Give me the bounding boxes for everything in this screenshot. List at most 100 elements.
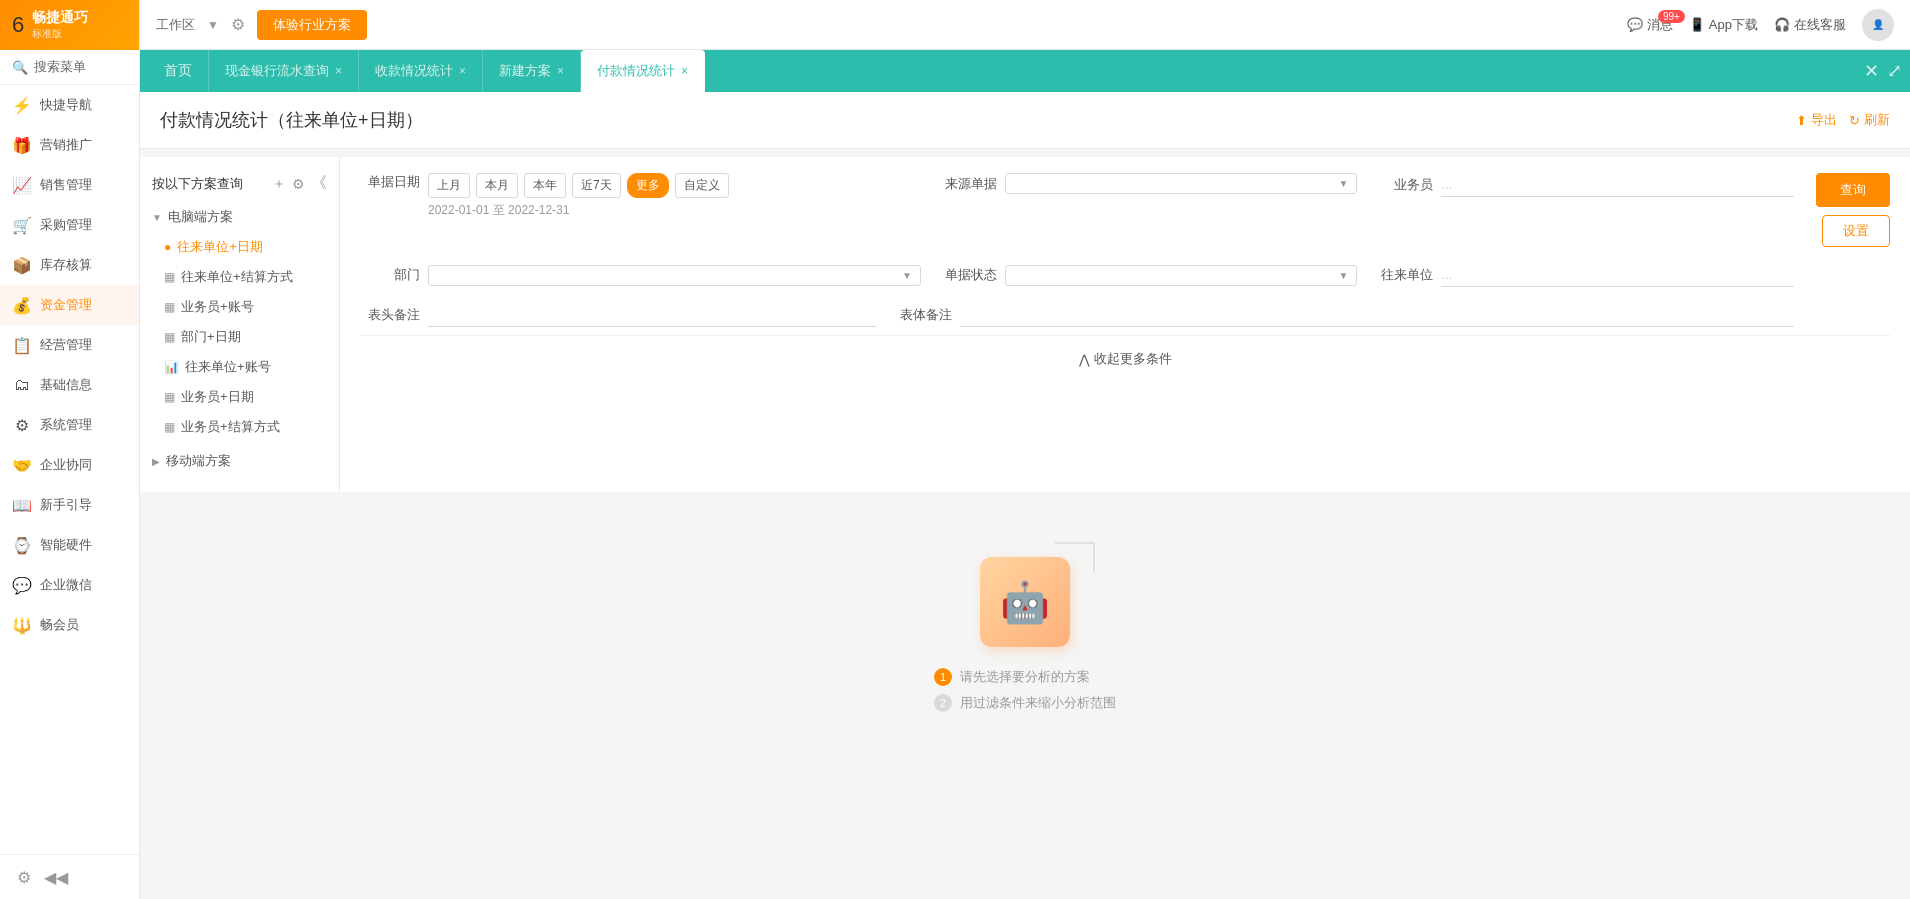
refresh-label: 刷新 (1864, 111, 1890, 129)
sidebar-item-funds[interactable]: 💰 资金管理 (0, 285, 139, 325)
sidebar-search-menu[interactable]: 🔍 搜索菜单 (0, 50, 139, 85)
source-select-arrow: ▼ (1338, 178, 1348, 189)
purchase-icon: 🛒 (12, 215, 32, 235)
sidebar-item-wecom[interactable]: 💬 企业微信 (0, 565, 139, 605)
tab-maximize-icon[interactable]: ⤢ (1887, 60, 1902, 82)
tip-text-2: 用过滤条件来缩小分析范围 (960, 694, 1116, 712)
sidebar-item-system[interactable]: ⚙ 系统管理 (0, 405, 139, 445)
collapse-more-label: 收起更多条件 (1094, 350, 1172, 368)
sidebar-item-operations[interactable]: 📋 经营管理 (0, 325, 139, 365)
tab-close-all-icon[interactable]: ✕ (1864, 60, 1879, 82)
scheme-collapse-btn[interactable]: 《 (311, 173, 327, 194)
empty-tip-1: 1 请先选择要分析的方案 (934, 668, 1116, 686)
date-btn-custom[interactable]: 自定义 (675, 173, 729, 198)
scheme-item-counterpart-date[interactable]: ● 往来单位+日期 (140, 232, 339, 262)
search-icon: 🔍 (12, 60, 28, 75)
dept-select[interactable]: ▼ (428, 265, 921, 286)
scheme-item-icon-2: ▦ (164, 270, 175, 284)
sidebar-item-hardware[interactable]: ⌚ 智能硬件 (0, 525, 139, 565)
tab-home[interactable]: 首页 (148, 50, 209, 92)
date-btn-last-month[interactable]: 上月 (428, 173, 470, 198)
header-note-input[interactable] (428, 303, 876, 327)
tab-payment-stats[interactable]: 付款情况统计 × (581, 50, 705, 92)
date-btn-more[interactable]: 更多 (627, 173, 669, 198)
system-icon: ⚙ (12, 415, 32, 435)
scheme-item-salesman-account[interactable]: ▦ 业务员+账号 (140, 292, 339, 322)
scheme-desktop-group-title[interactable]: ▼ 电脑端方案 (140, 202, 339, 232)
messages-btn[interactable]: 💬 消息 99+ (1627, 16, 1673, 34)
scheme-settings-btn[interactable]: ⚙ (292, 176, 305, 192)
sidebar-item-marketing[interactable]: 🎁 营销推广 (0, 125, 139, 165)
online-support-btn[interactable]: 🎧 在线客服 (1774, 16, 1846, 34)
scheme-item-salesman-settlement[interactable]: ▦ 业务员+结算方式 (140, 412, 339, 442)
tab-payment-stats-label: 付款情况统计 (597, 62, 675, 80)
scheme-mobile-group-title[interactable]: ▶ 移动端方案 (140, 446, 339, 476)
logo-edition: 标准版 (32, 27, 88, 41)
scheme-mobile-label: 移动端方案 (166, 452, 231, 470)
scheme-item-counterpart-settlement[interactable]: ▦ 往来单位+结算方式 (140, 262, 339, 292)
tab-new-plan-close[interactable]: × (557, 64, 564, 78)
export-label: 导出 (1811, 111, 1837, 129)
message-count: 99+ (1658, 10, 1685, 23)
tab-home-label: 首页 (164, 62, 192, 80)
sidebar-logo: 6 畅捷通巧 标准版 (0, 0, 139, 50)
date-btn-this-month[interactable]: 本月 (476, 173, 518, 198)
sidebar-item-basicinfo[interactable]: 🗂 基础信息 (0, 365, 139, 405)
trial-industry-btn[interactable]: 体验行业方案 (257, 10, 367, 40)
scheme-item-dept-date-label: 部门+日期 (181, 328, 241, 346)
user-avatar[interactable]: 👤 (1862, 9, 1894, 41)
date-btn-7days[interactable]: 近7天 (572, 173, 621, 198)
salesman-label: 业务员 (1373, 176, 1433, 194)
status-select[interactable]: ▼ (1005, 265, 1358, 286)
scheme-item-counterpart-account[interactable]: 📊 往来单位+账号 (140, 352, 339, 382)
filter-actions: 查询 设置 (1810, 173, 1890, 247)
export-btn[interactable]: ⬆ 导出 (1796, 111, 1837, 129)
date-btn-this-year[interactable]: 本年 (524, 173, 566, 198)
tab-receipt-stats[interactable]: 收款情况统计 × (359, 50, 483, 92)
search-menu-label: 搜索菜单 (34, 58, 86, 76)
source-select[interactable]: ▼ (1005, 173, 1358, 194)
collapse-more-btn[interactable]: ⋀ 收起更多条件 (1063, 346, 1188, 372)
tab-payment-stats-close[interactable]: × (681, 64, 688, 78)
tab-bank-flow-close[interactable]: × (335, 64, 342, 78)
sidebar-item-sales[interactable]: 📈 销售管理 (0, 165, 139, 205)
scheme-item-dept-date[interactable]: ▦ 部门+日期 (140, 322, 339, 352)
sidebar-item-member[interactable]: 🔱 畅会员 (0, 605, 139, 645)
empty-tip-2: 2 用过滤条件来缩小分析范围 (934, 694, 1116, 712)
header-settings-icon[interactable]: ⚙ (231, 15, 245, 34)
sidebar-item-inventory[interactable]: 📦 库存核算 (0, 245, 139, 285)
settings-btn[interactable]: 设置 (1822, 215, 1890, 247)
dept-label: 部门 (360, 266, 420, 284)
scheme-item-counterpart-date-label: 往来单位+日期 (177, 238, 263, 256)
sidebar-item-operations-label: 经营管理 (40, 336, 92, 354)
sidebar: 6 畅捷通巧 标准版 🔍 搜索菜单 ⚡ 快捷导航 🎁 营销推广 📈 销售管理 🛒… (0, 0, 140, 899)
page-header-actions: ⬆ 导出 ↻ 刷新 (1796, 111, 1890, 129)
empty-illustration: 🤖 (965, 552, 1085, 652)
collapse-sidebar-icon[interactable]: ◀◀ (44, 865, 68, 889)
sidebar-item-guide[interactable]: 📖 新手引导 (0, 485, 139, 525)
sidebar-item-quicknav[interactable]: ⚡ 快捷导航 (0, 85, 139, 125)
query-btn[interactable]: 查询 (1816, 173, 1890, 207)
sidebar-item-wecom-label: 企业微信 (40, 576, 92, 594)
settings-footer-icon[interactable]: ⚙ (12, 865, 36, 889)
app-download-btn[interactable]: 📱 App下载 (1689, 16, 1758, 34)
tab-new-plan[interactable]: 新建方案 × (483, 50, 581, 92)
body-note-input[interactable] (960, 303, 1794, 327)
scheme-item-salesman-date-label: 业务员+日期 (181, 388, 254, 406)
scheme-mobile-arrow: ▶ (152, 456, 160, 467)
scheme-item-salesman-date[interactable]: ▦ 业务员+日期 (140, 382, 339, 412)
sidebar-item-purchase[interactable]: 🛒 采购管理 (0, 205, 139, 245)
sidebar-item-cooperation[interactable]: 🤝 企业协同 (0, 445, 139, 485)
tab-bank-flow[interactable]: 现金银行流水查询 × (209, 50, 359, 92)
counterpart-input[interactable] (1441, 263, 1794, 287)
tip-num-1: 1 (934, 668, 952, 686)
basicinfo-icon: 🗂 (12, 375, 32, 395)
tab-bar: 首页 现金银行流水查询 × 收款情况统计 × 新建方案 × 付款情况统计 × ✕… (140, 50, 1910, 92)
workspace-dropdown-icon[interactable]: ▼ (207, 18, 219, 32)
salesman-input[interactable] (1441, 173, 1794, 197)
top-header: 工作区 ▼ ⚙ 体验行业方案 💬 消息 99+ 📱 App下载 🎧 在线客服 👤 (140, 0, 1910, 50)
refresh-btn[interactable]: ↻ 刷新 (1849, 111, 1890, 129)
sidebar-item-quicknav-label: 快捷导航 (40, 96, 92, 114)
tab-receipt-stats-close[interactable]: × (459, 64, 466, 78)
scheme-add-btn[interactable]: ＋ (272, 175, 286, 193)
